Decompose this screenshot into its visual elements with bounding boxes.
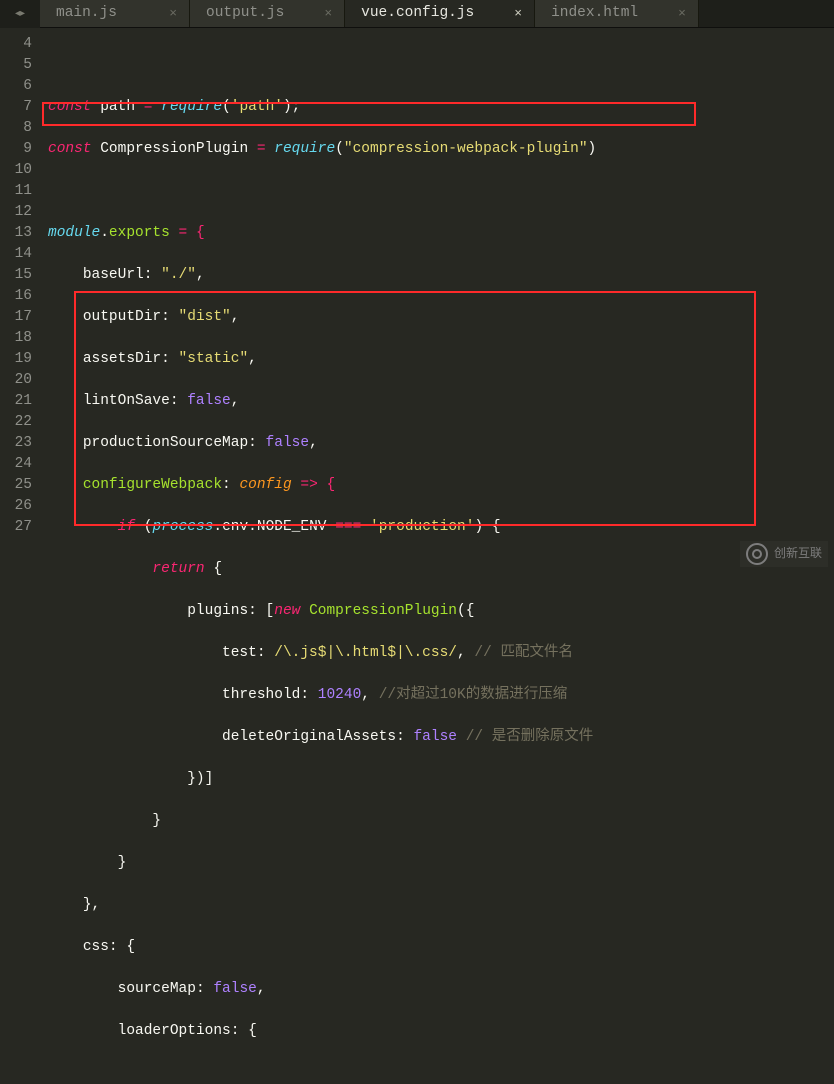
line-number: 13 (0, 223, 32, 244)
tab-label: main.js (56, 3, 117, 24)
code-line: test: /\.js$|\.html$|\.css/, // 匹配文件名 (48, 643, 834, 664)
tab-index-html[interactable]: index.html × (535, 0, 699, 27)
close-icon[interactable]: × (678, 3, 686, 24)
line-number: 15 (0, 265, 32, 286)
line-number: 24 (0, 454, 32, 475)
tab-label: output.js (206, 3, 284, 24)
tab-bar: main.js × output.js × vue.config.js × in… (0, 0, 834, 28)
line-number: 9 (0, 139, 32, 160)
code-line: }, (48, 895, 834, 916)
code-line: productionSourceMap: false, (48, 433, 834, 454)
tab-main-js[interactable]: main.js × (40, 0, 190, 27)
close-icon[interactable]: × (324, 3, 332, 24)
code-line: threshold: 10240, //对超过10K的数据进行压缩 (48, 685, 834, 706)
code-line: if (process.env.NODE_ENV === 'production… (48, 517, 834, 538)
tab-label: index.html (551, 3, 638, 24)
line-number: 7 (0, 97, 32, 118)
code-line: assetsDir: "static", (48, 349, 834, 370)
code-line: } (48, 811, 834, 832)
tab-label: vue.config.js (361, 3, 474, 24)
code-line: deleteOriginalAssets: false // 是否删除原文件 (48, 727, 834, 748)
line-number: 25 (0, 475, 32, 496)
code-line: baseUrl: "./", (48, 265, 834, 286)
line-number: 19 (0, 349, 32, 370)
watermark-text: 创新互联 (774, 544, 822, 565)
tab-vue-config-js[interactable]: vue.config.js × (345, 0, 535, 27)
line-number: 23 (0, 433, 32, 454)
line-number: 27 (0, 517, 32, 538)
line-number: 5 (0, 55, 32, 76)
line-number: 20 (0, 370, 32, 391)
tab-output-js[interactable]: output.js × (190, 0, 345, 27)
close-icon[interactable]: × (169, 3, 177, 24)
code-line (48, 181, 834, 202)
code-line: css: { (48, 937, 834, 958)
code-line: })] (48, 769, 834, 790)
watermark-logo-icon (746, 543, 768, 565)
line-number: 10 (0, 160, 32, 181)
line-number-gutter: 4 5 6 7 8 9 10 11 12 13 14 15 16 17 18 1… (0, 28, 40, 577)
line-number: 26 (0, 496, 32, 517)
line-number: 17 (0, 307, 32, 328)
code-line: lintOnSave: false, (48, 391, 834, 412)
line-number: 18 (0, 328, 32, 349)
line-number: 11 (0, 181, 32, 202)
code-line: const path = require('path'); (48, 97, 834, 118)
code-line: plugins: [new CompressionPlugin({ (48, 601, 834, 622)
line-number: 21 (0, 391, 32, 412)
code-line: sourceMap: false, (48, 979, 834, 1000)
code-area[interactable]: const path = require('path'); const Comp… (40, 28, 834, 577)
code-line: } (48, 853, 834, 874)
line-number: 12 (0, 202, 32, 223)
line-number: 8 (0, 118, 32, 139)
code-line: const CompressionPlugin = require("compr… (48, 139, 834, 160)
line-number: 4 (0, 34, 32, 55)
line-number: 16 (0, 286, 32, 307)
tab-scroll-indicator: ◂▸ (0, 0, 40, 28)
code-line (48, 55, 834, 76)
code-editor[interactable]: 4 5 6 7 8 9 10 11 12 13 14 15 16 17 18 1… (0, 28, 834, 577)
code-line: loaderOptions: { (48, 1021, 834, 1042)
close-icon[interactable]: × (514, 3, 522, 24)
line-number: 6 (0, 76, 32, 97)
line-number: 14 (0, 244, 32, 265)
line-number: 22 (0, 412, 32, 433)
code-line: outputDir: "dist", (48, 307, 834, 328)
code-line: configureWebpack: config => { (48, 475, 834, 496)
watermark: 创新互联 (740, 541, 828, 567)
code-line: module.exports = { (48, 223, 834, 244)
